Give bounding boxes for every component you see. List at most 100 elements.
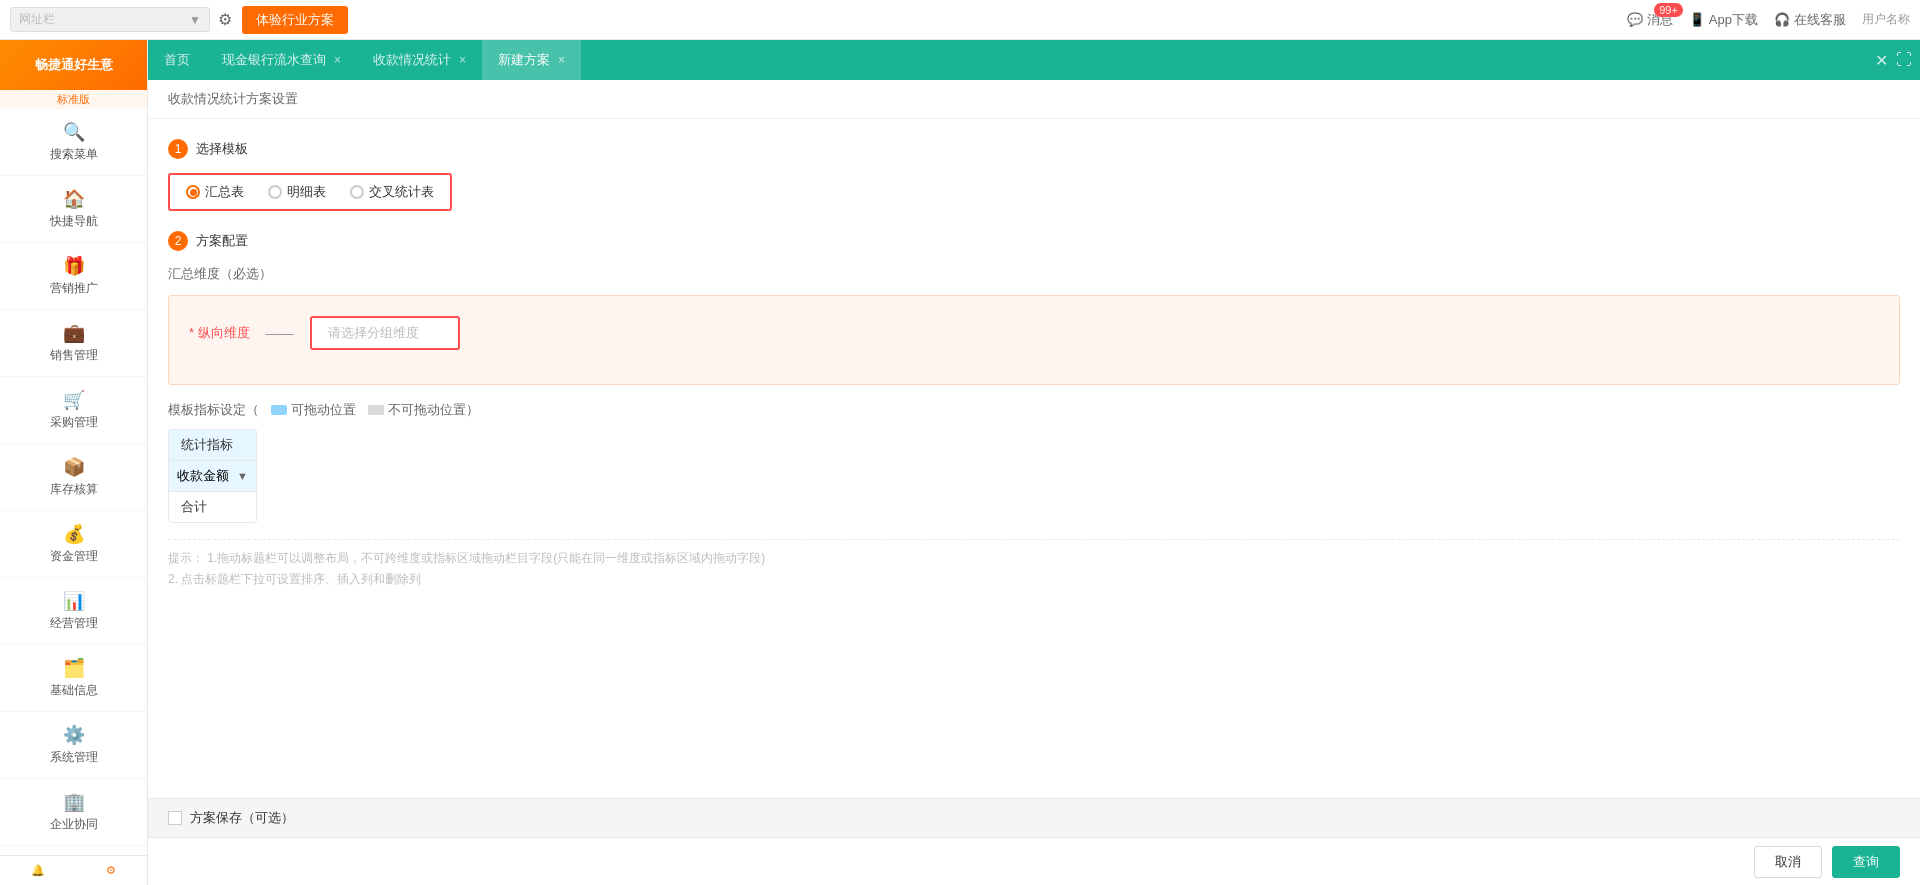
unmovable-tag-icon <box>368 405 384 415</box>
close-new-plan-icon[interactable]: × <box>558 53 565 67</box>
download-label: App下载 <box>1709 11 1758 29</box>
form-area: 1 选择模板 汇总表 明细表 <box>148 119 1920 798</box>
stats-cell[interactable]: 收款金额 ▼ <box>169 461 256 492</box>
tab-collection-stats-label: 收款情况统计 <box>373 51 451 69</box>
radio-summary-circle <box>186 185 200 199</box>
movable-label: 可拖动位置 <box>291 401 356 419</box>
tab-new-plan-label: 新建方案 <box>498 51 550 69</box>
indicators-label-row: 模板指标设定（ 可拖动位置 不可拖动位置） <box>168 401 1900 419</box>
top-bar: 网址栏 ▼ ⚙ 体验行业方案 💬 消息 99+ 📱 App下载 🎧 在线客服 用… <box>0 0 1920 40</box>
main-layout: 畅捷通好生意 标准版 🔍 搜索菜单 🏠 快捷导航 🎁 营销推广 💼 销售管理 🛒 <box>0 40 1920 885</box>
page-content: 收款情况统计方案设置 1 选择模板 汇总表 <box>148 80 1920 837</box>
dimension-select[interactable]: 请选择分组维度 <box>310 316 460 350</box>
radio-detail[interactable]: 明细表 <box>268 183 326 201</box>
sidebar-item-label-system: 系统管理 <box>50 749 98 766</box>
dimension-area: * 纵向维度 —— 请选择分组维度 <box>168 295 1900 385</box>
stats-sum: 合计 <box>169 492 256 522</box>
tab-collection-stats[interactable]: 收款情况统计 × <box>357 40 482 80</box>
chevron-down-icon[interactable]: ▼ <box>189 13 201 27</box>
breadcrumb: 收款情况统计方案设置 <box>148 80 1920 119</box>
trial-button[interactable]: 体验行业方案 <box>242 6 348 34</box>
step2-title: 方案配置 <box>196 232 248 250</box>
download-button[interactable]: 📱 App下载 <box>1689 11 1758 29</box>
tip-line-1: 提示： 1.拖动标题栏可以调整布局，不可跨维度或指标区域拖动栏目字段(只能在同一… <box>168 550 1900 567</box>
marketing-icon: 🎁 <box>63 255 85 277</box>
step2-section: 2 方案配置 汇总维度（必选） * 纵向维度 —— 请选择分组维度 <box>168 231 1900 602</box>
sidebar-item-inventory[interactable]: 📦 库存核算 <box>0 444 147 511</box>
tab-new-plan[interactable]: 新建方案 × <box>482 40 581 80</box>
sidebar-item-label-operation: 经营管理 <box>50 615 98 632</box>
tab-bar: 首页 现金银行流水查询 × 收款情况统计 × 新建方案 × ✕ ⛶ <box>148 40 1920 80</box>
service-button[interactable]: 🎧 在线客服 <box>1774 11 1846 29</box>
close-bank-flow-icon[interactable]: × <box>334 53 341 67</box>
dimension-section-title: 汇总维度（必选） <box>168 265 1900 283</box>
radio-cross[interactable]: 交叉统计表 <box>350 183 434 201</box>
dimension-row: * 纵向维度 —— 请选择分组维度 <box>189 316 1879 350</box>
stats-dropdown-arrow[interactable]: ▼ <box>237 470 248 482</box>
address-bar[interactable]: 网址栏 ▼ <box>10 7 210 32</box>
sidebar-item-label-corp: 企业协同 <box>50 816 98 833</box>
indicators-section: 模板指标设定（ 可拖动位置 不可拖动位置） <box>168 401 1900 523</box>
footer-bar: 取消 查询 <box>148 837 1920 885</box>
sidebar-item-label-finance: 资金管理 <box>50 548 98 565</box>
sales-icon: 💼 <box>63 322 85 344</box>
cancel-button[interactable]: 取消 <box>1754 846 1822 878</box>
sidebar-item-label-search-menu: 搜索菜单 <box>50 146 98 163</box>
breadcrumb-text: 收款情况统计方案设置 <box>168 91 298 106</box>
close-window-icon[interactable]: ✕ <box>1875 51 1888 70</box>
sidebar-item-corp[interactable]: 🏢 企业协同 <box>0 779 147 846</box>
save-checkbox[interactable] <box>168 811 182 825</box>
search-menu-icon: 🔍 <box>63 121 85 143</box>
sidebar-bottom-item-1[interactable]: 🔔 <box>31 864 45 877</box>
sidebar-item-finance[interactable]: 💰 资金管理 <box>0 511 147 578</box>
query-button[interactable]: 查询 <box>1832 846 1900 878</box>
gear-icon[interactable]: ⚙ <box>218 10 232 29</box>
sidebar-item-label-purchase: 采购管理 <box>50 414 98 431</box>
stats-cell-label: 收款金额 <box>177 467 229 485</box>
sidebar-bottom-icon-1: 🔔 <box>31 864 45 877</box>
sidebar-item-operation[interactable]: 📊 经营管理 <box>0 578 147 645</box>
radio-cross-label: 交叉统计表 <box>369 183 434 201</box>
sidebar-item-marketing[interactable]: 🎁 营销推广 <box>0 243 147 310</box>
logo-text: 畅捷通好生意 <box>35 56 113 74</box>
sidebar-item-label-basic-info: 基础信息 <box>50 682 98 699</box>
notification-button[interactable]: 💬 消息 99+ <box>1627 11 1673 29</box>
maximize-icon[interactable]: ⛶ <box>1896 51 1912 69</box>
radio-summary-label: 汇总表 <box>205 183 244 201</box>
stats-header-text: 统计指标 <box>181 437 233 452</box>
quick-nav-icon: 🏠 <box>63 188 85 210</box>
tab-bank-flow[interactable]: 现金银行流水查询 × <box>206 40 357 80</box>
stats-table: 统计指标 收款金额 ▼ 合计 <box>168 429 257 523</box>
sidebar-item-system[interactable]: ⚙️ 系统管理 <box>0 712 147 779</box>
stats-header: 统计指标 <box>169 430 256 461</box>
arrow-icon: —— <box>266 325 294 341</box>
indicators-label: 模板指标设定（ <box>168 401 259 419</box>
download-icon: 📱 <box>1689 12 1705 27</box>
top-bar-left: 网址栏 ▼ ⚙ 体验行业方案 <box>10 6 1627 34</box>
sidebar-item-basic-info[interactable]: 🗂️ 基础信息 <box>0 645 147 712</box>
unmovable-tag: 不可拖动位置） <box>368 401 479 419</box>
tip-line-2: 2. 点击标题栏下拉可设置排序、插入列和删除列 <box>168 571 1900 588</box>
user-name: 用户名称 <box>1862 11 1910 28</box>
sidebar-item-quick-nav[interactable]: 🏠 快捷导航 <box>0 176 147 243</box>
close-collection-stats-icon[interactable]: × <box>459 53 466 67</box>
finance-icon: 💰 <box>63 523 85 545</box>
system-icon: ⚙️ <box>63 724 85 746</box>
sidebar-item-search-menu[interactable]: 🔍 搜索菜单 <box>0 109 147 176</box>
step2-num: 2 <box>168 231 188 251</box>
address-text: 网址栏 <box>19 11 55 28</box>
sidebar-item-sales[interactable]: 💼 销售管理 <box>0 310 147 377</box>
vertical-label: * 纵向维度 <box>189 324 250 342</box>
sidebar-item-purchase[interactable]: 🛒 采购管理 <box>0 377 147 444</box>
template-options: 汇总表 明细表 交叉统计表 <box>168 173 452 211</box>
sidebar-bottom-icon-2: ⚙ <box>106 864 116 877</box>
tab-bank-flow-label: 现金银行流水查询 <box>222 51 326 69</box>
sidebar-item-guide[interactable]: 📖 新手引导 <box>0 846 147 855</box>
tab-home[interactable]: 首页 <box>148 40 206 80</box>
radio-detail-circle <box>268 185 282 199</box>
sidebar-item-label-marketing: 营销推广 <box>50 280 98 297</box>
movable-tag-icon <box>271 405 287 415</box>
radio-summary[interactable]: 汇总表 <box>186 183 244 201</box>
sidebar-bottom-item-2[interactable]: ⚙ <box>106 864 116 877</box>
logo-subtitle: 标准版 <box>0 90 147 109</box>
